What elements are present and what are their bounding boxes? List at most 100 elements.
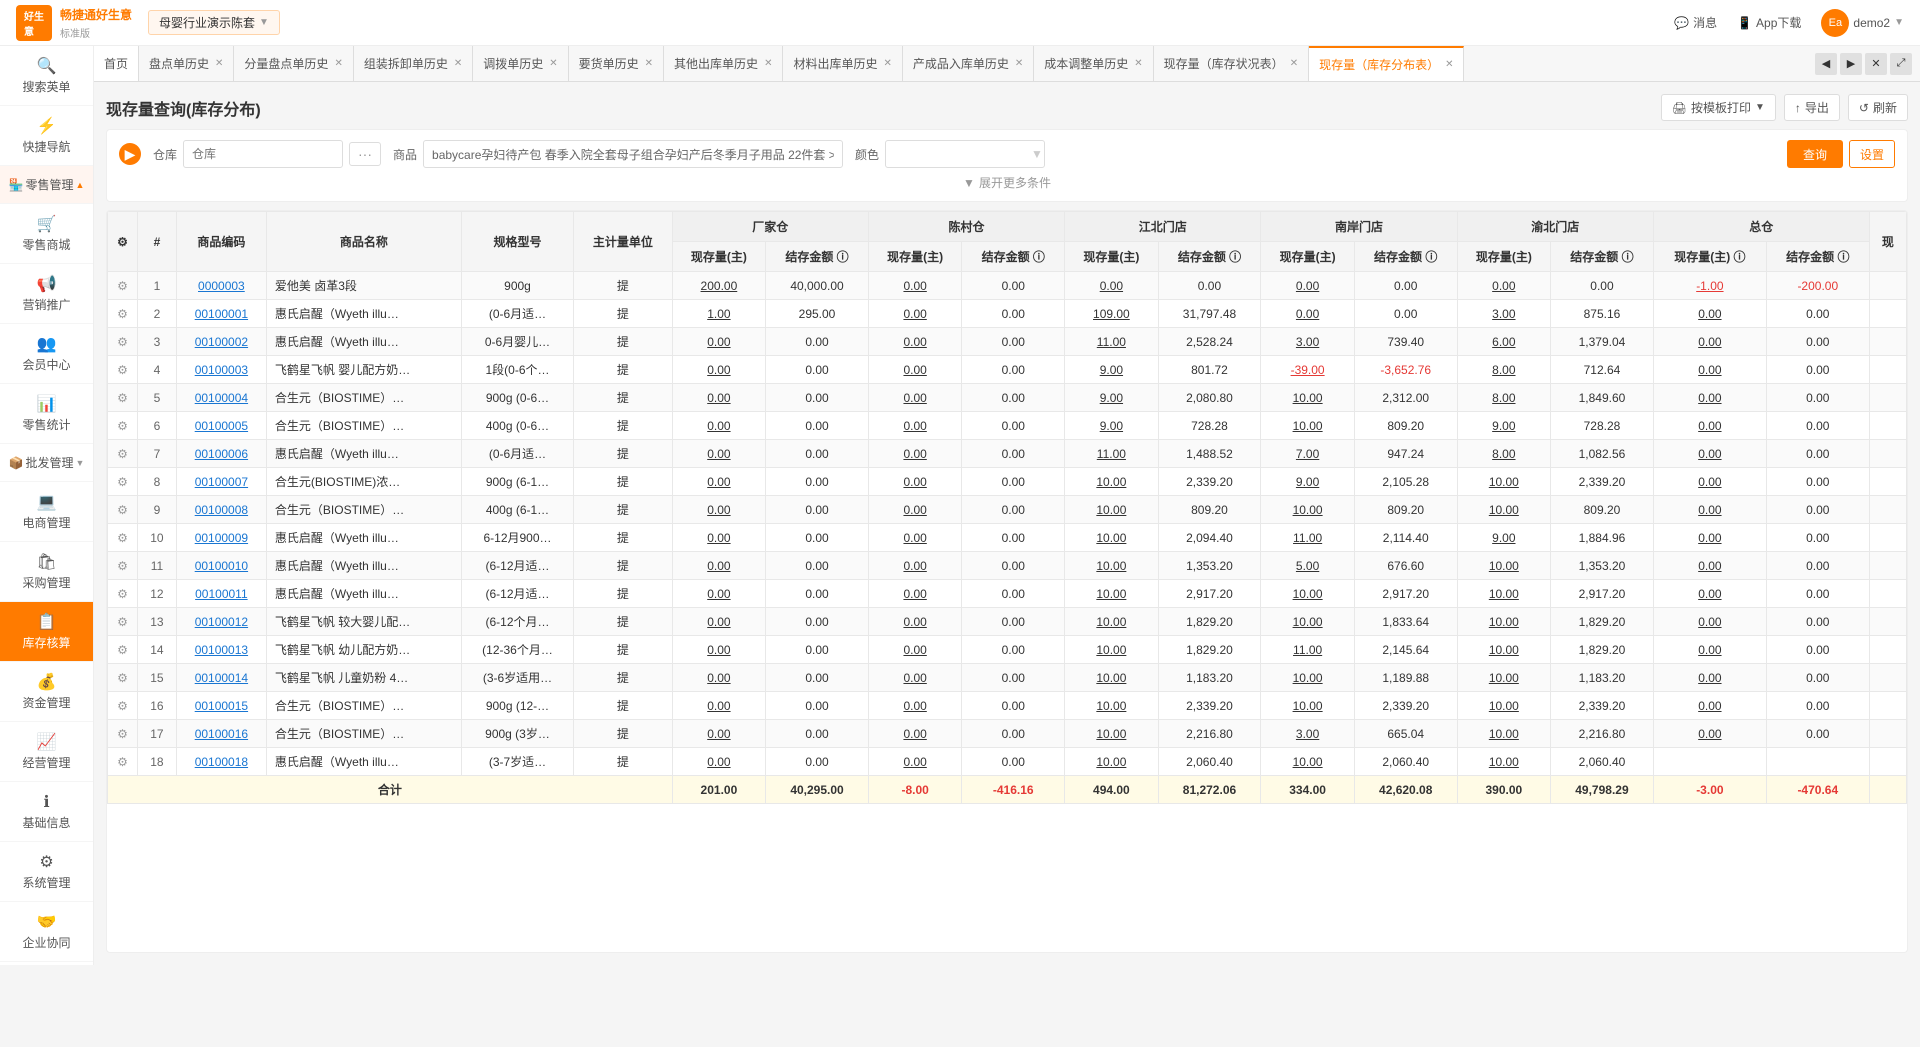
cell-nanan-stock[interactable]: 10.00 (1261, 608, 1354, 636)
cell-factory-stock[interactable]: 0.00 (672, 524, 765, 552)
cell-nanan-stock[interactable]: 0.00 (1261, 300, 1354, 328)
color-input[interactable] (885, 140, 1045, 168)
cell-jiangbei-stock[interactable]: 9.00 (1065, 384, 1158, 412)
cell-total-stock[interactable]: 0.00 (1653, 496, 1766, 524)
cell-chenshi-stock[interactable]: 0.00 (868, 664, 961, 692)
cell-jiangbei-stock[interactable]: 10.00 (1065, 692, 1158, 720)
cell-yubeimen-stock[interactable]: 10.00 (1457, 636, 1550, 664)
cell-factory-stock[interactable]: 0.00 (672, 328, 765, 356)
sidebar-item-quicknav[interactable]: ⚡ 快捷导航 (0, 106, 93, 166)
cell-code[interactable]: 00100010 (176, 552, 266, 580)
tab-expand-btn[interactable]: ⤢ (1890, 53, 1912, 75)
toggle-filter-btn[interactable]: ▶ (119, 143, 141, 165)
cell-jiangbei-stock[interactable]: 10.00 (1065, 664, 1158, 692)
cell-gear[interactable]: ⚙ (108, 552, 138, 580)
cell-gear[interactable]: ⚙ (108, 272, 138, 300)
cell-jiangbei-stock[interactable]: 10.00 (1065, 524, 1158, 552)
user-profile[interactable]: Ea demo2 ▼ (1821, 9, 1904, 37)
cell-gear[interactable]: ⚙ (108, 300, 138, 328)
cell-nanan-stock[interactable]: 3.00 (1261, 720, 1354, 748)
cell-code[interactable]: 00100015 (176, 692, 266, 720)
cell-chenshi-stock[interactable]: 0.00 (868, 524, 961, 552)
cell-total-stock[interactable]: 0.00 (1653, 580, 1766, 608)
cell-factory-stock[interactable]: 0.00 (672, 636, 765, 664)
tab-close-icon[interactable]: ✕ (334, 58, 342, 69)
warehouse-input[interactable] (183, 140, 343, 168)
tab-assemble[interactable]: 组装拆卸单历史 ✕ (354, 46, 473, 82)
cell-gear[interactable]: ⚙ (108, 664, 138, 692)
cell-code[interactable]: 00100008 (176, 496, 266, 524)
cell-chenshi-stock[interactable]: 0.00 (868, 608, 961, 636)
industry-selector[interactable]: 母婴行业演示陈套 ▼ (148, 10, 280, 35)
sidebar-item-retail[interactable]: 🏪 零售管理 ▲ (0, 166, 93, 204)
tab-close-icon[interactable]: ✕ (215, 58, 223, 69)
cell-nanan-stock[interactable]: 3.00 (1261, 328, 1354, 356)
tab-product-in[interactable]: 产成品入库单历史 ✕ (903, 46, 1034, 82)
cell-code[interactable]: 00100004 (176, 384, 266, 412)
cell-code[interactable]: 00100003 (176, 356, 266, 384)
sidebar-item-basic-info[interactable]: ℹ 基础信息 (0, 782, 93, 842)
cell-yubeimen-stock[interactable]: 10.00 (1457, 748, 1550, 776)
cell-gear[interactable]: ⚙ (108, 356, 138, 384)
cell-chenshi-stock[interactable]: 0.00 (868, 552, 961, 580)
tab-material-out[interactable]: 材料出库单历史 ✕ (783, 46, 902, 82)
cell-total-stock[interactable]: 0.00 (1653, 552, 1766, 580)
cell-nanan-stock[interactable]: 9.00 (1261, 468, 1354, 496)
tab-transfer[interactable]: 调拨单历史 ✕ (473, 46, 568, 82)
sidebar-item-marketing[interactable]: 📢 营销推广 (0, 264, 93, 324)
cell-gear[interactable]: ⚙ (108, 440, 138, 468)
cell-chenshi-stock[interactable]: 0.00 (868, 580, 961, 608)
cell-nanan-stock[interactable]: 10.00 (1261, 664, 1354, 692)
tab-close-all-btn[interactable]: ✕ (1865, 53, 1887, 75)
cell-gear[interactable]: ⚙ (108, 608, 138, 636)
cell-total-stock[interactable]: 0.00 (1653, 412, 1766, 440)
cell-gear[interactable]: ⚙ (108, 328, 138, 356)
cell-gear[interactable]: ⚙ (108, 468, 138, 496)
cell-yubeimen-stock[interactable]: 8.00 (1457, 384, 1550, 412)
app-download-btn[interactable]: 📱 App下载 (1737, 14, 1801, 31)
cell-jiangbei-stock[interactable]: 10.00 (1065, 580, 1158, 608)
tab-inventory-count[interactable]: 盘点单历史 ✕ (139, 46, 234, 82)
cell-total-stock[interactable]: 0.00 (1653, 524, 1766, 552)
cell-jiangbei-stock[interactable]: 10.00 (1065, 608, 1158, 636)
cell-jiangbei-stock[interactable]: 11.00 (1065, 440, 1158, 468)
cell-gear[interactable]: ⚙ (108, 412, 138, 440)
sidebar-item-mall[interactable]: 🛒 零售商城 (0, 204, 93, 264)
cell-factory-stock[interactable]: 1.00 (672, 300, 765, 328)
cell-chenshi-stock[interactable]: 0.00 (868, 636, 961, 664)
cell-total-stock[interactable]: 0.00 (1653, 720, 1766, 748)
cell-nanan-stock[interactable]: 10.00 (1261, 692, 1354, 720)
cell-jiangbei-stock[interactable]: 9.00 (1065, 356, 1158, 384)
cell-code[interactable]: 00100016 (176, 720, 266, 748)
message-btn[interactable]: 💬 消息 (1674, 14, 1717, 31)
cell-factory-stock[interactable]: 0.00 (672, 440, 765, 468)
cell-gear[interactable]: ⚙ (108, 524, 138, 552)
cell-jiangbei-stock[interactable]: 9.00 (1065, 412, 1158, 440)
cell-nanan-stock[interactable]: 10.00 (1261, 748, 1354, 776)
cell-jiangbei-stock[interactable]: 10.00 (1065, 468, 1158, 496)
sidebar-item-business[interactable]: 📈 经营管理 (0, 722, 93, 782)
tab-close-icon[interactable]: ✕ (549, 58, 557, 69)
cell-gear[interactable]: ⚙ (108, 748, 138, 776)
sidebar-item-inventory[interactable]: 📋 库存核算 (0, 602, 93, 662)
cell-jiangbei-stock[interactable]: 10.00 (1065, 636, 1158, 664)
sidebar-item-member[interactable]: 👥 会员中心 (0, 324, 93, 384)
cell-factory-stock[interactable]: 0.00 (672, 468, 765, 496)
cell-yubeimen-stock[interactable]: 10.00 (1457, 608, 1550, 636)
cell-gear[interactable]: ⚙ (108, 692, 138, 720)
export-btn[interactable]: ↑ 导出 (1784, 94, 1840, 121)
cell-jiangbei-stock[interactable]: 11.00 (1065, 328, 1158, 356)
tab-other-out[interactable]: 其他出库单历史 ✕ (664, 46, 783, 82)
cell-chenshi-stock[interactable]: 0.00 (868, 748, 961, 776)
cell-yubeimen-stock[interactable]: 10.00 (1457, 720, 1550, 748)
sidebar-item-search[interactable]: 🔍 搜索英单 (0, 46, 93, 106)
cell-gear[interactable]: ⚙ (108, 496, 138, 524)
cell-factory-stock[interactable]: 0.00 (672, 356, 765, 384)
cell-factory-stock[interactable]: 0.00 (672, 692, 765, 720)
cell-code[interactable]: 00100011 (176, 580, 266, 608)
cell-nanan-stock[interactable]: 10.00 (1261, 496, 1354, 524)
cell-factory-stock[interactable]: 0.00 (672, 748, 765, 776)
sidebar-item-wholesale[interactable]: 📦 批发管理 ▼ (0, 444, 93, 482)
cell-nanan-stock[interactable]: 10.00 (1261, 412, 1354, 440)
cell-gear[interactable]: ⚙ (108, 580, 138, 608)
